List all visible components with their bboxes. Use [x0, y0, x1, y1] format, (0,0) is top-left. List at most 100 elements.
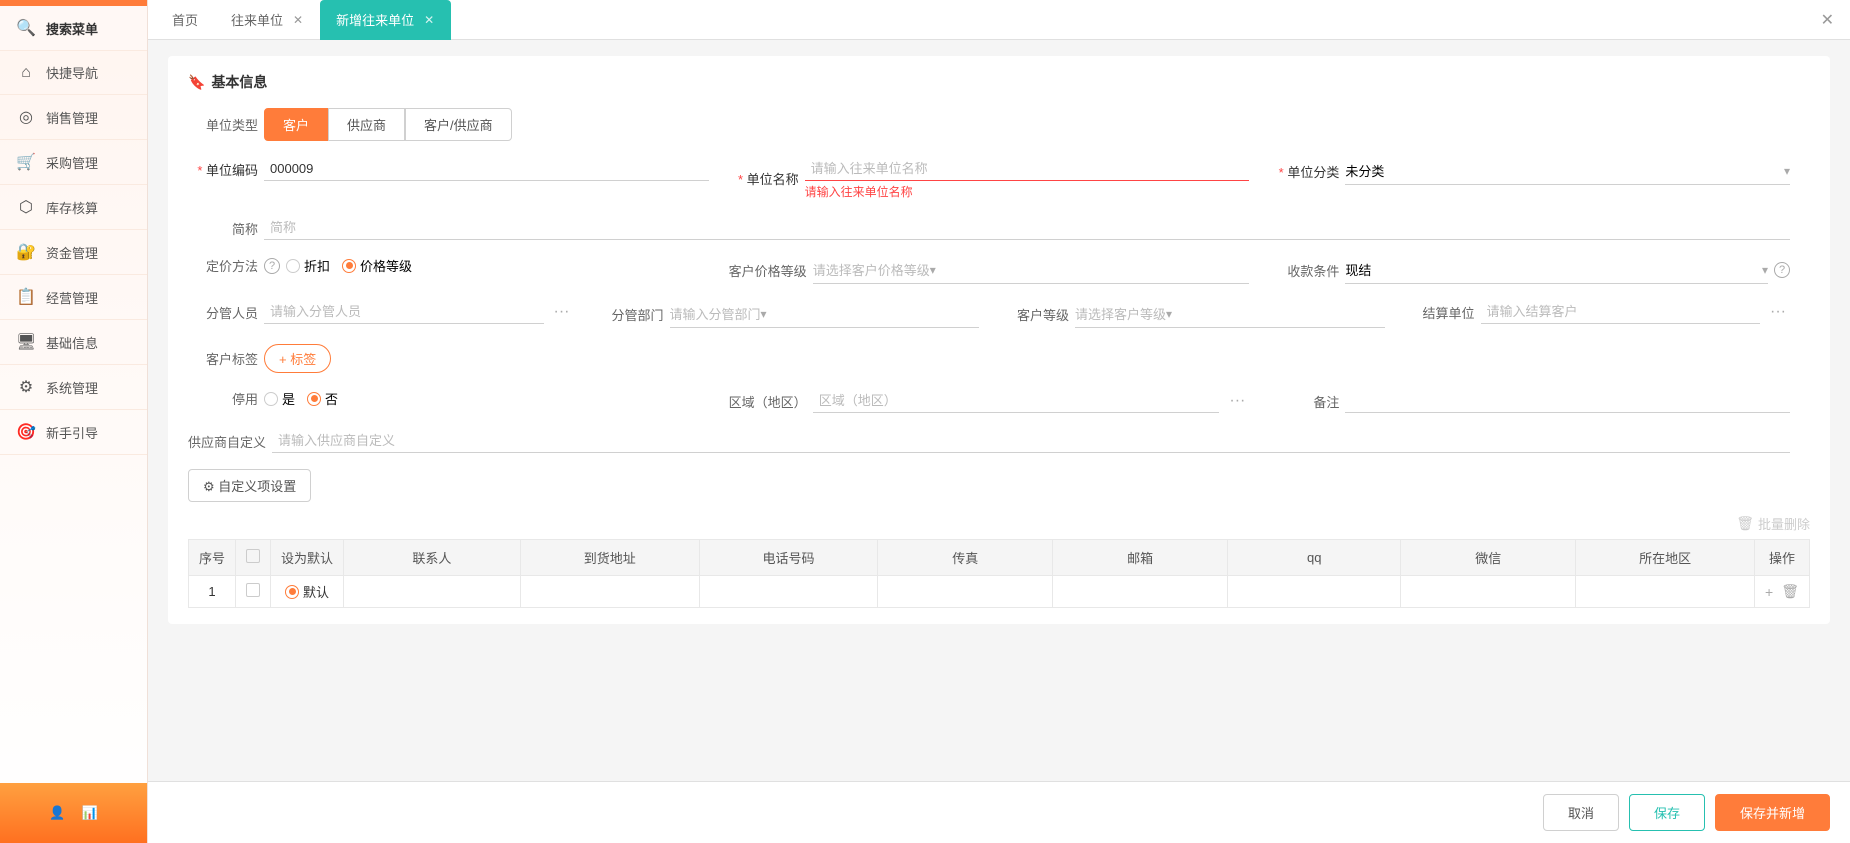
row-qq-input[interactable]: [1238, 584, 1390, 599]
td-index: 1: [189, 576, 236, 608]
window-close-button[interactable]: ✕: [1813, 10, 1842, 30]
customer-level-chevron: ▾: [1166, 307, 1172, 321]
sidebar-item-shortcuts[interactable]: ⌂ 快捷导航: [0, 51, 147, 95]
td-contact[interactable]: [344, 576, 521, 608]
save-button[interactable]: 保存: [1629, 794, 1705, 831]
sidebar-item-inventory[interactable]: ⬡ 库存核算: [0, 185, 147, 230]
unit-btn-customer[interactable]: 客户: [264, 108, 328, 141]
td-email[interactable]: [1053, 576, 1228, 608]
settlement-unit-input[interactable]: [1481, 300, 1761, 324]
manager-input[interactable]: [264, 300, 544, 324]
system-icon: ⚙: [16, 377, 36, 397]
sidebar-avatar: 👤: [49, 805, 65, 821]
pricing-radio-level[interactable]: 价格等级: [342, 256, 412, 275]
add-tag-button[interactable]: + 标签: [264, 344, 331, 373]
unit-category-select[interactable]: 未分类 ▾: [1345, 157, 1790, 185]
pricing-help-icon[interactable]: ?: [264, 258, 280, 274]
manager-more-icon[interactable]: ···: [550, 303, 574, 321]
region-input[interactable]: [813, 389, 1220, 413]
sidebar-item-finance[interactable]: 🔐 资金管理: [0, 230, 147, 275]
tab-new-contact-close[interactable]: ✕: [424, 13, 434, 27]
customer-level-select[interactable]: 请选择客户等级 ▾: [1075, 300, 1385, 328]
row-default-radio[interactable]: [285, 585, 299, 599]
unit-name-input[interactable]: [805, 157, 1250, 181]
sidebar-stats-icon: 📊: [82, 805, 98, 821]
th-index: 序号: [189, 540, 236, 576]
unit-btn-supplier[interactable]: 供应商: [328, 108, 405, 141]
row-email-input[interactable]: [1063, 584, 1217, 599]
row-contact-input[interactable]: [354, 584, 510, 599]
th-email: 邮箱: [1053, 540, 1228, 576]
sidebar-item-basic[interactable]: 🖥 基础信息: [0, 320, 147, 365]
cancel-button[interactable]: 取消: [1543, 794, 1619, 831]
payment-chevron: ▾: [1762, 263, 1768, 277]
remarks-input[interactable]: [1345, 389, 1790, 413]
sidebar-label-management: 经营管理: [46, 288, 98, 307]
th-region: 所在地区: [1576, 540, 1755, 576]
td-phone[interactable]: [699, 576, 878, 608]
tab-new-contact-label: 新增往来单位: [336, 10, 414, 29]
sidebar-label-finance: 资金管理: [46, 243, 98, 262]
tab-new-contact[interactable]: 新增往来单位 ✕: [320, 0, 451, 40]
payment-condition-select[interactable]: 现结 ▾: [1345, 256, 1768, 284]
custom-settings-button[interactable]: ⚙ 自定义项设置: [188, 469, 311, 502]
td-wechat[interactable]: [1401, 576, 1576, 608]
sidebar-item-sales[interactable]: ◎ 销售管理: [0, 95, 147, 140]
row-address-input[interactable]: [531, 584, 689, 599]
td-address[interactable]: [520, 576, 699, 608]
batch-delete-label[interactable]: 批量删除: [1758, 514, 1810, 533]
pricing-row: 定价方法 ? 折扣 价格等级 客户价格等级: [188, 256, 1810, 284]
content-area: 🔖 基本信息 单位类型 客户 供应商 客户/供应商 单位编码: [148, 40, 1850, 781]
save-new-button[interactable]: 保存并新增: [1715, 794, 1830, 831]
finance-icon: 🔐: [16, 242, 36, 262]
settlement-more-icon[interactable]: ···: [1766, 303, 1790, 321]
row-checkbox[interactable]: [246, 583, 260, 597]
sidebar-bottom: 👤 📊: [0, 783, 147, 843]
customer-level-placeholder: 请选择客户等级: [1075, 304, 1166, 323]
payment-condition-value: 现结: [1345, 260, 1762, 279]
unit-category-label: 单位分类: [1269, 162, 1339, 181]
row-fax-input[interactable]: [888, 584, 1042, 599]
payment-help-icon[interactable]: ?: [1774, 262, 1790, 278]
department-select[interactable]: 请输入分管部门 ▾: [670, 300, 980, 328]
customer-level-group: 客户等级 请选择客户等级 ▾: [999, 300, 1405, 328]
sidebar-item-system[interactable]: ⚙ 系统管理: [0, 365, 147, 410]
td-region[interactable]: [1576, 576, 1755, 608]
unit-category-value: 未分类: [1345, 161, 1784, 180]
disabled-radio-no[interactable]: 否: [307, 389, 338, 408]
th-contact: 联系人: [344, 540, 521, 576]
region-more-icon[interactable]: ···: [1225, 392, 1249, 410]
tab-contacts-close[interactable]: ✕: [293, 13, 303, 27]
row-region-input[interactable]: [1586, 584, 1744, 599]
supplier-custom-input[interactable]: [272, 429, 1790, 453]
region-label: 区域（地区）: [729, 392, 807, 411]
pricing-radio-discount[interactable]: 折扣: [286, 256, 330, 275]
tab-contacts[interactable]: 往来单位 ✕: [215, 0, 320, 40]
tab-contacts-label: 往来单位: [231, 10, 283, 29]
sidebar-item-purchase[interactable]: 🛒 采购管理: [0, 140, 147, 185]
tab-home[interactable]: 首页: [156, 0, 215, 40]
table-row: 1 默认: [189, 576, 1810, 608]
row-phone-input[interactable]: [710, 584, 868, 599]
row-add-button[interactable]: +: [1765, 583, 1773, 600]
sidebar-item-guide[interactable]: 🎯 新手引导: [0, 410, 147, 455]
disabled-radio-yes[interactable]: 是: [264, 389, 295, 408]
row-delete-button[interactable]: 🗑: [1781, 583, 1799, 600]
sidebar-label-basic: 基础信息: [46, 333, 98, 352]
th-wechat: 微信: [1401, 540, 1576, 576]
header-checkbox[interactable]: [246, 549, 260, 563]
td-fax[interactable]: [878, 576, 1053, 608]
department-group: 分管部门 请输入分管部门 ▾: [594, 300, 1000, 328]
sidebar-item-search[interactable]: 🔍 搜索菜单: [0, 6, 147, 51]
customer-price-level-select[interactable]: 请选择客户价格等级 ▾: [813, 256, 1250, 284]
unit-btn-both[interactable]: 客户/供应商: [405, 108, 512, 141]
unit-name-group: 单位名称 请输入往来单位名称: [729, 157, 1270, 200]
unit-category-chevron: ▾: [1784, 164, 1790, 178]
unit-code-input[interactable]: [264, 157, 709, 181]
td-qq[interactable]: [1228, 576, 1401, 608]
short-name-input[interactable]: [264, 216, 1790, 240]
sidebar-label-sales: 销售管理: [46, 108, 98, 127]
sidebar-item-management[interactable]: 📋 经营管理: [0, 275, 147, 320]
home-icon: ⌂: [16, 64, 36, 82]
row-wechat-input[interactable]: [1411, 584, 1565, 599]
